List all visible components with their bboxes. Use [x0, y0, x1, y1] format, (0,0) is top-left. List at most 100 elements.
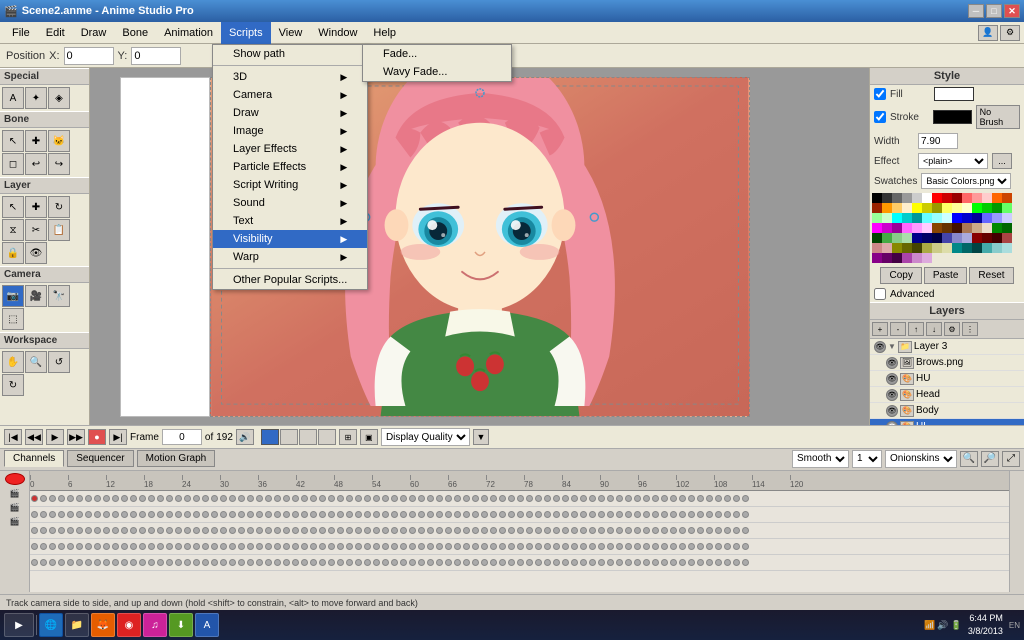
track-dot[interactable] [445, 511, 452, 518]
track-dot[interactable] [697, 511, 704, 518]
frame-rate-select[interactable]: 1 [852, 450, 882, 468]
track-dot[interactable] [706, 527, 713, 534]
layer-eye-toggle[interactable]: 👁 [874, 341, 886, 353]
track-dot[interactable] [220, 495, 227, 502]
scripts-3d[interactable]: 3D ▶ [213, 68, 367, 86]
menu-bone[interactable]: Bone [114, 22, 156, 44]
color-cell[interactable] [982, 243, 992, 253]
track-dot[interactable] [238, 511, 245, 518]
color-cell[interactable] [882, 203, 892, 213]
track-dot[interactable] [688, 543, 695, 550]
track-dot[interactable] [598, 559, 605, 566]
track-dot[interactable] [40, 511, 47, 518]
track-dot[interactable] [463, 527, 470, 534]
track-dot[interactable] [238, 527, 245, 534]
scripts-sound[interactable]: Sound ▶ [213, 194, 367, 212]
track-dot[interactable] [238, 559, 245, 566]
reset-button[interactable]: Reset [969, 267, 1013, 284]
track-dot[interactable] [58, 527, 65, 534]
track-dot[interactable] [103, 495, 110, 502]
track-dot[interactable] [409, 511, 416, 518]
color-cell[interactable] [982, 193, 992, 203]
color-cell[interactable] [872, 253, 882, 263]
color-cell[interactable] [992, 193, 1002, 203]
track-dot[interactable] [256, 543, 263, 550]
track-dot[interactable] [85, 495, 92, 502]
tab-channels[interactable]: Channels [4, 450, 64, 467]
view-mode-2[interactable] [280, 429, 298, 445]
start-button[interactable]: ▶ [4, 613, 34, 637]
color-cell[interactable] [992, 233, 1002, 243]
layer-tool-extra[interactable]: ⋮ [962, 322, 978, 336]
track-dot[interactable] [229, 559, 236, 566]
track-dot[interactable] [544, 495, 551, 502]
track-dot[interactable] [706, 543, 713, 550]
track-dot[interactable] [643, 495, 650, 502]
scripts-text[interactable]: Text ▶ [213, 212, 367, 230]
layer-tool-6[interactable]: 📋 [48, 219, 70, 241]
track-dot[interactable] [274, 527, 281, 534]
track-dot[interactable] [589, 495, 596, 502]
track-dot[interactable] [688, 527, 695, 534]
track-dot[interactable] [283, 495, 290, 502]
color-cell[interactable] [932, 203, 942, 213]
track-dot[interactable] [382, 559, 389, 566]
color-cell[interactable] [932, 223, 942, 233]
track-dot[interactable] [265, 511, 272, 518]
track-dot[interactable] [148, 543, 155, 550]
track-dot[interactable] [31, 511, 38, 518]
track-dot[interactable] [328, 527, 335, 534]
track-dot[interactable] [679, 495, 686, 502]
color-cell[interactable] [872, 213, 882, 223]
track-dot[interactable] [580, 527, 587, 534]
track-dot[interactable] [364, 543, 371, 550]
bone-tool-4[interactable]: ◻ [2, 153, 24, 175]
track-dot[interactable] [742, 527, 749, 534]
track-dot[interactable] [382, 543, 389, 550]
track-dot[interactable] [742, 495, 749, 502]
view-mode-1[interactable] [261, 429, 279, 445]
zoom-out-button[interactable]: 🔎 [981, 451, 999, 467]
track-dot[interactable] [274, 511, 281, 518]
track-dot[interactable] [103, 527, 110, 534]
layer-tool-1[interactable]: ↖ [2, 196, 24, 218]
track-dot[interactable] [598, 527, 605, 534]
track-dot[interactable] [139, 527, 146, 534]
track-dot[interactable] [625, 543, 632, 550]
color-cell[interactable] [872, 203, 882, 213]
track-dot[interactable] [67, 511, 74, 518]
track-dot[interactable] [175, 511, 182, 518]
layer-tool-4[interactable]: ⧖ [2, 219, 24, 241]
color-cell[interactable] [912, 243, 922, 253]
track-dot[interactable] [634, 527, 641, 534]
track-dot[interactable] [454, 527, 461, 534]
track-dot[interactable] [661, 543, 668, 550]
menu-draw[interactable]: Draw [73, 22, 115, 44]
track-dot[interactable] [211, 559, 218, 566]
layer-item[interactable]: 👁🎨Head [870, 387, 1024, 403]
track-dot[interactable] [157, 527, 164, 534]
track-dot[interactable] [58, 543, 65, 550]
track-dot[interactable] [112, 511, 119, 518]
track-dot[interactable] [247, 527, 254, 534]
track-dot[interactable] [544, 559, 551, 566]
track-dot[interactable] [301, 559, 308, 566]
track-dot[interactable] [247, 543, 254, 550]
track-dot[interactable] [85, 543, 92, 550]
track-dot[interactable] [94, 511, 101, 518]
color-cell[interactable] [922, 253, 932, 263]
track-dot[interactable] [220, 543, 227, 550]
track-dot[interactable] [724, 527, 731, 534]
color-cell[interactable] [872, 243, 882, 253]
track-dot[interactable] [184, 559, 191, 566]
track-dot[interactable] [328, 495, 335, 502]
color-cell[interactable] [892, 233, 902, 243]
tab-motion-graph[interactable]: Motion Graph [137, 450, 216, 467]
track-dot[interactable] [733, 527, 740, 534]
layer-tool-settings[interactable]: ⚙ [944, 322, 960, 336]
color-cell[interactable] [962, 193, 972, 203]
scripts-other-popular[interactable]: Other Popular Scripts... [213, 271, 367, 289]
color-cell[interactable] [922, 213, 932, 223]
track-dot[interactable] [193, 543, 200, 550]
color-cell[interactable] [902, 193, 912, 203]
